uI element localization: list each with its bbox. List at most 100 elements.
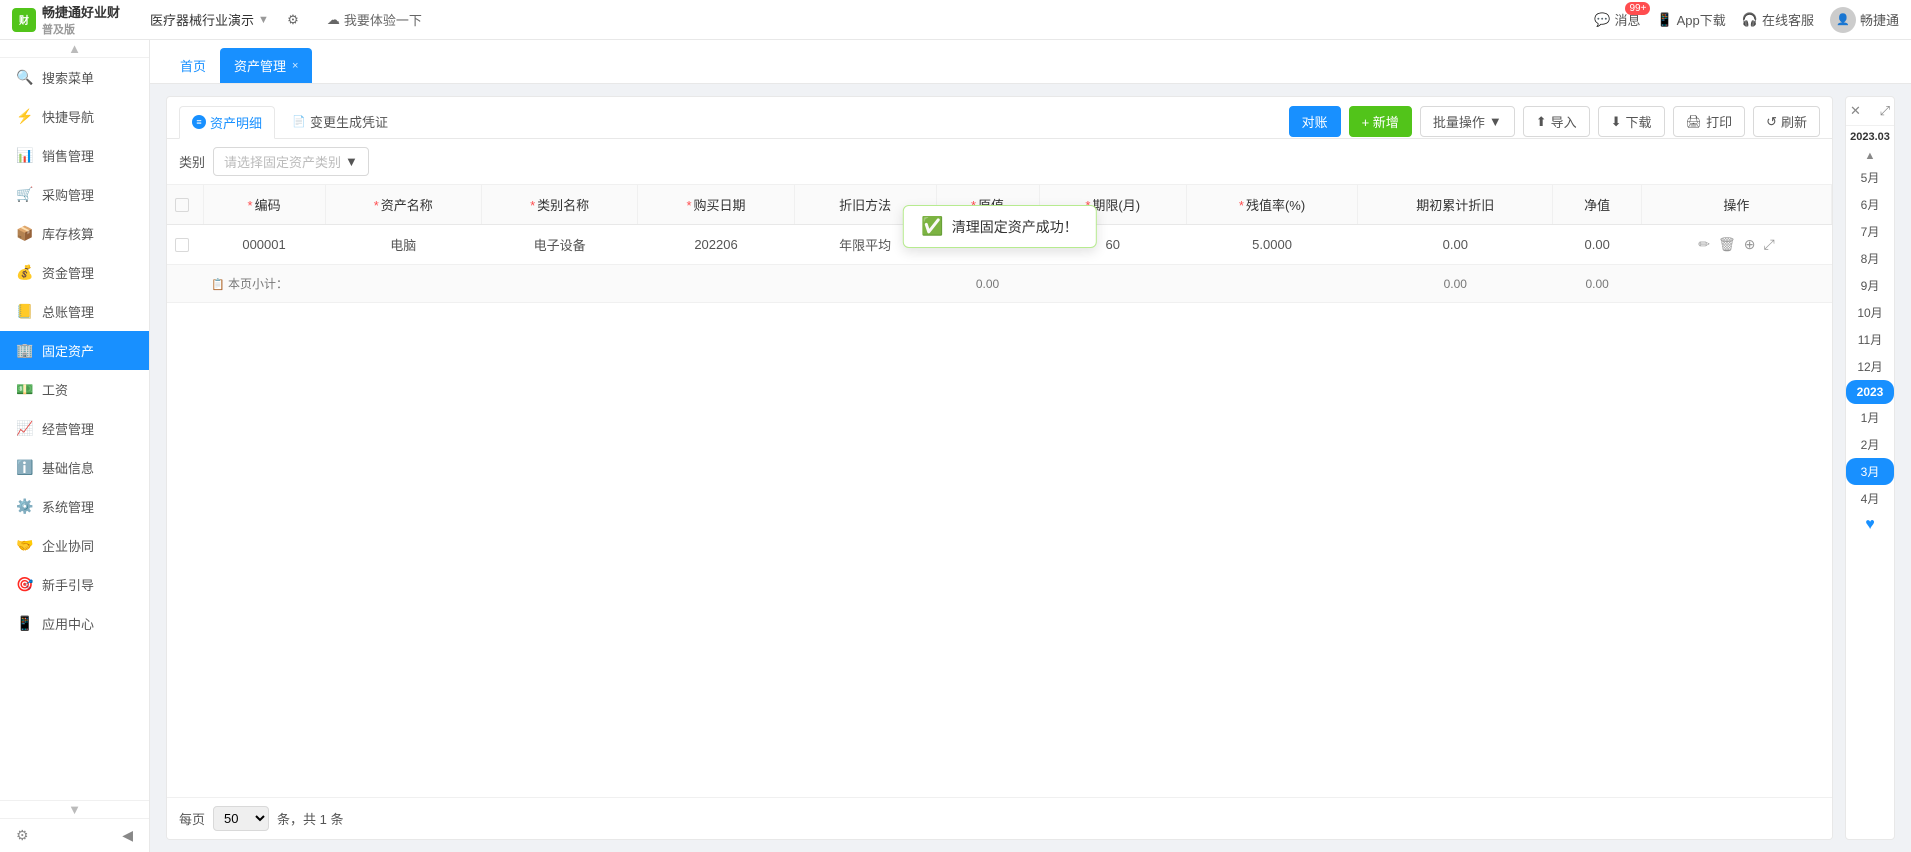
topbar-left: 财 畅捷通好业财 普及版 医疗器械行业演示 ▼ ⚙ ☁ 我要体验一下 xyxy=(12,2,422,37)
copy-icon[interactable]: ⊕ xyxy=(1744,236,1756,253)
batch-ops-chevron-icon: ▼ xyxy=(1489,114,1502,129)
app-download-label: App下载 xyxy=(1677,10,1726,29)
tab-asset-manage[interactable]: 资产管理 × xyxy=(220,48,312,83)
filter-row: 类别 请选择固定资产类别 ▼ xyxy=(167,139,1832,185)
online-service-button[interactable]: 🎧 在线客服 xyxy=(1742,10,1814,29)
sidebar-item-guide[interactable]: 🎯 新手引导 xyxy=(0,565,149,604)
refresh-icon: ↺ xyxy=(1766,114,1777,130)
finance-icon: 💰 xyxy=(16,264,34,282)
month-4[interactable]: 4月 xyxy=(1846,485,1894,512)
sidebar-label-purchase: 采购管理 xyxy=(42,185,94,204)
sub-tabs: ≡ 资产明细 📄 变更生成凭证 对账 + 新增 批量操作 ▼ xyxy=(167,97,1832,139)
logo-icon: 财 xyxy=(12,8,36,32)
panel-expand-icon[interactable]: ⤢ xyxy=(1880,103,1890,119)
sidebar-scroll-up[interactable]: ▲ xyxy=(0,40,149,58)
sidebar-item-purchase[interactable]: 🛒 采购管理 xyxy=(0,175,149,214)
fixed-assets-icon: 🏢 xyxy=(16,342,34,360)
settings-icon[interactable]: ⚙ xyxy=(279,6,307,34)
print-button[interactable]: 🖨 打印 xyxy=(1673,106,1746,137)
download-label: 下载 xyxy=(1626,112,1652,131)
sidebar-item-search[interactable]: 🔍 搜索菜单 xyxy=(0,58,149,97)
sidebar-item-payroll[interactable]: 💵 工资 xyxy=(0,370,149,409)
reconcile-button[interactable]: 对账 xyxy=(1289,106,1341,137)
pagination-bar: 每页 50 100 条，共 1 条 xyxy=(167,797,1832,839)
month-1[interactable]: 1月 xyxy=(1846,404,1894,431)
asset-table-wrapper: *编码 *资产名称 *类别名称 *购买日期 折旧方法 *原值 *期限(月) *残… xyxy=(167,185,1832,797)
month-3-active[interactable]: 3月 xyxy=(1846,458,1894,485)
subtotal-label: 📋 本页小计： xyxy=(203,265,936,303)
category-filter-value: 请选择固定资产类别 xyxy=(224,152,341,171)
subtotal-net-value: 0.00 xyxy=(1553,265,1641,303)
filter-chevron-icon: ▼ xyxy=(345,154,358,169)
cell-purchase-date: 202206 xyxy=(638,225,794,265)
payroll-icon: 💵 xyxy=(16,381,34,399)
sidebar-item-quick-nav[interactable]: ⚡ 快捷导航 xyxy=(0,97,149,136)
sidebar-item-enterprise[interactable]: 🤝 企业协同 xyxy=(0,526,149,565)
sidebar-item-app-center[interactable]: 📱 应用中心 xyxy=(0,604,149,643)
sidebar-item-finance[interactable]: 💰 资金管理 xyxy=(0,253,149,292)
sidebar-item-operations[interactable]: 📈 经营管理 xyxy=(0,409,149,448)
header-checkbox[interactable] xyxy=(175,198,189,212)
sidebar-items: 🔍 搜索菜单 ⚡ 快捷导航 📊 销售管理 🛒 采购管理 📦 库存核算 💰 xyxy=(0,58,149,800)
batch-ops-button[interactable]: 批量操作 ▼ xyxy=(1420,106,1515,137)
sidebar-item-inventory[interactable]: 📦 库存核算 xyxy=(0,214,149,253)
tabs-bar: 首页 资产管理 × xyxy=(150,40,1911,84)
messages-button[interactable]: 💬 消息 99+ xyxy=(1594,10,1640,29)
edition-label: 普及版 xyxy=(42,21,120,37)
user-avatar-button[interactable]: 👤 畅捷通 xyxy=(1830,7,1899,33)
month-8[interactable]: 8月 xyxy=(1846,245,1894,272)
import-button[interactable]: ⬆ 导入 xyxy=(1523,106,1590,137)
download-icon: ⬇ xyxy=(1611,114,1622,130)
refresh-label: 刷新 xyxy=(1781,112,1807,131)
tab-close-icon[interactable]: × xyxy=(292,60,298,72)
panel-year-label: 2023.03 xyxy=(1850,126,1890,148)
sidebar-label-search: 搜索菜单 xyxy=(42,68,94,87)
subtab-change-voucher[interactable]: 📄 变更生成凭证 xyxy=(279,105,401,138)
new-button[interactable]: + 新增 xyxy=(1349,106,1412,137)
header-net-value: 净值 xyxy=(1553,185,1641,225)
feedback-label: 我要体验一下 xyxy=(344,10,422,29)
refresh-button[interactable]: ↺ 刷新 xyxy=(1753,106,1820,137)
header-purchase-date: *购买日期 xyxy=(638,185,794,225)
month-6[interactable]: 6月 xyxy=(1846,191,1894,218)
inventory-icon: 📦 xyxy=(16,225,34,243)
month-7[interactable]: 7月 xyxy=(1846,218,1894,245)
category-filter[interactable]: 请选择固定资产类别 ▼ xyxy=(213,147,369,176)
sidebar-item-fixed-assets[interactable]: 🏢 固定资产 xyxy=(0,331,149,370)
month-11[interactable]: 11月 xyxy=(1846,326,1894,353)
sidebar-item-ledger[interactable]: 📒 总账管理 xyxy=(0,292,149,331)
panel-up-icon[interactable]: ▲ xyxy=(1865,148,1876,164)
subtotal-initial-depreciation: 0.00 xyxy=(1358,265,1553,303)
feedback-button[interactable]: ☁ 我要体验一下 xyxy=(327,10,422,29)
sidebar-scroll-down[interactable]: ▼ xyxy=(0,800,149,818)
download-button[interactable]: ⬇ 下载 xyxy=(1598,106,1665,137)
sidebar-item-system[interactable]: ⚙️ 系统管理 xyxy=(0,487,149,526)
month-5[interactable]: 5月 xyxy=(1846,164,1894,191)
header-name: *资产名称 xyxy=(325,185,481,225)
settings-bottom-icon[interactable]: ⚙ xyxy=(16,827,29,844)
month-12[interactable]: 12月 xyxy=(1846,353,1894,380)
tab-home[interactable]: 首页 xyxy=(166,48,220,83)
table-area: ≡ 资产明细 📄 变更生成凭证 对账 + 新增 批量操作 ▼ xyxy=(166,96,1833,840)
company-selector[interactable]: 医疗器械行业演示 ▼ xyxy=(150,10,269,29)
per-page-select[interactable]: 50 100 xyxy=(213,806,269,831)
more-icon[interactable]: ⤢ xyxy=(1763,236,1774,253)
app-download-button[interactable]: 📱 App下载 xyxy=(1656,10,1725,29)
month-9[interactable]: 9月 xyxy=(1846,272,1894,299)
messages-badge: 99+ xyxy=(1625,2,1650,15)
enterprise-icon: 🤝 xyxy=(16,537,34,555)
panel-close-icon[interactable]: ✕ xyxy=(1850,103,1861,119)
cell-category: 电子设备 xyxy=(481,225,637,265)
subtab-asset-detail[interactable]: ≡ 资产明细 xyxy=(179,106,275,139)
year-2023-marker[interactable]: 2023 xyxy=(1846,380,1894,404)
sidebar-item-sales[interactable]: 📊 销售管理 xyxy=(0,136,149,175)
collapse-sidebar-icon[interactable]: ◀ xyxy=(122,827,133,844)
month-2[interactable]: 2月 xyxy=(1846,431,1894,458)
edit-icon[interactable]: ✏ xyxy=(1698,236,1710,253)
toast-check-icon: ✅ xyxy=(921,216,943,237)
month-10[interactable]: 10月 xyxy=(1846,299,1894,326)
panel-heart-icon[interactable]: ♥ xyxy=(1865,516,1875,534)
sidebar-item-basic-info[interactable]: ℹ️ 基础信息 xyxy=(0,448,149,487)
delete-icon[interactable]: 🗑 xyxy=(1718,236,1736,253)
row-checkbox[interactable] xyxy=(175,238,189,252)
